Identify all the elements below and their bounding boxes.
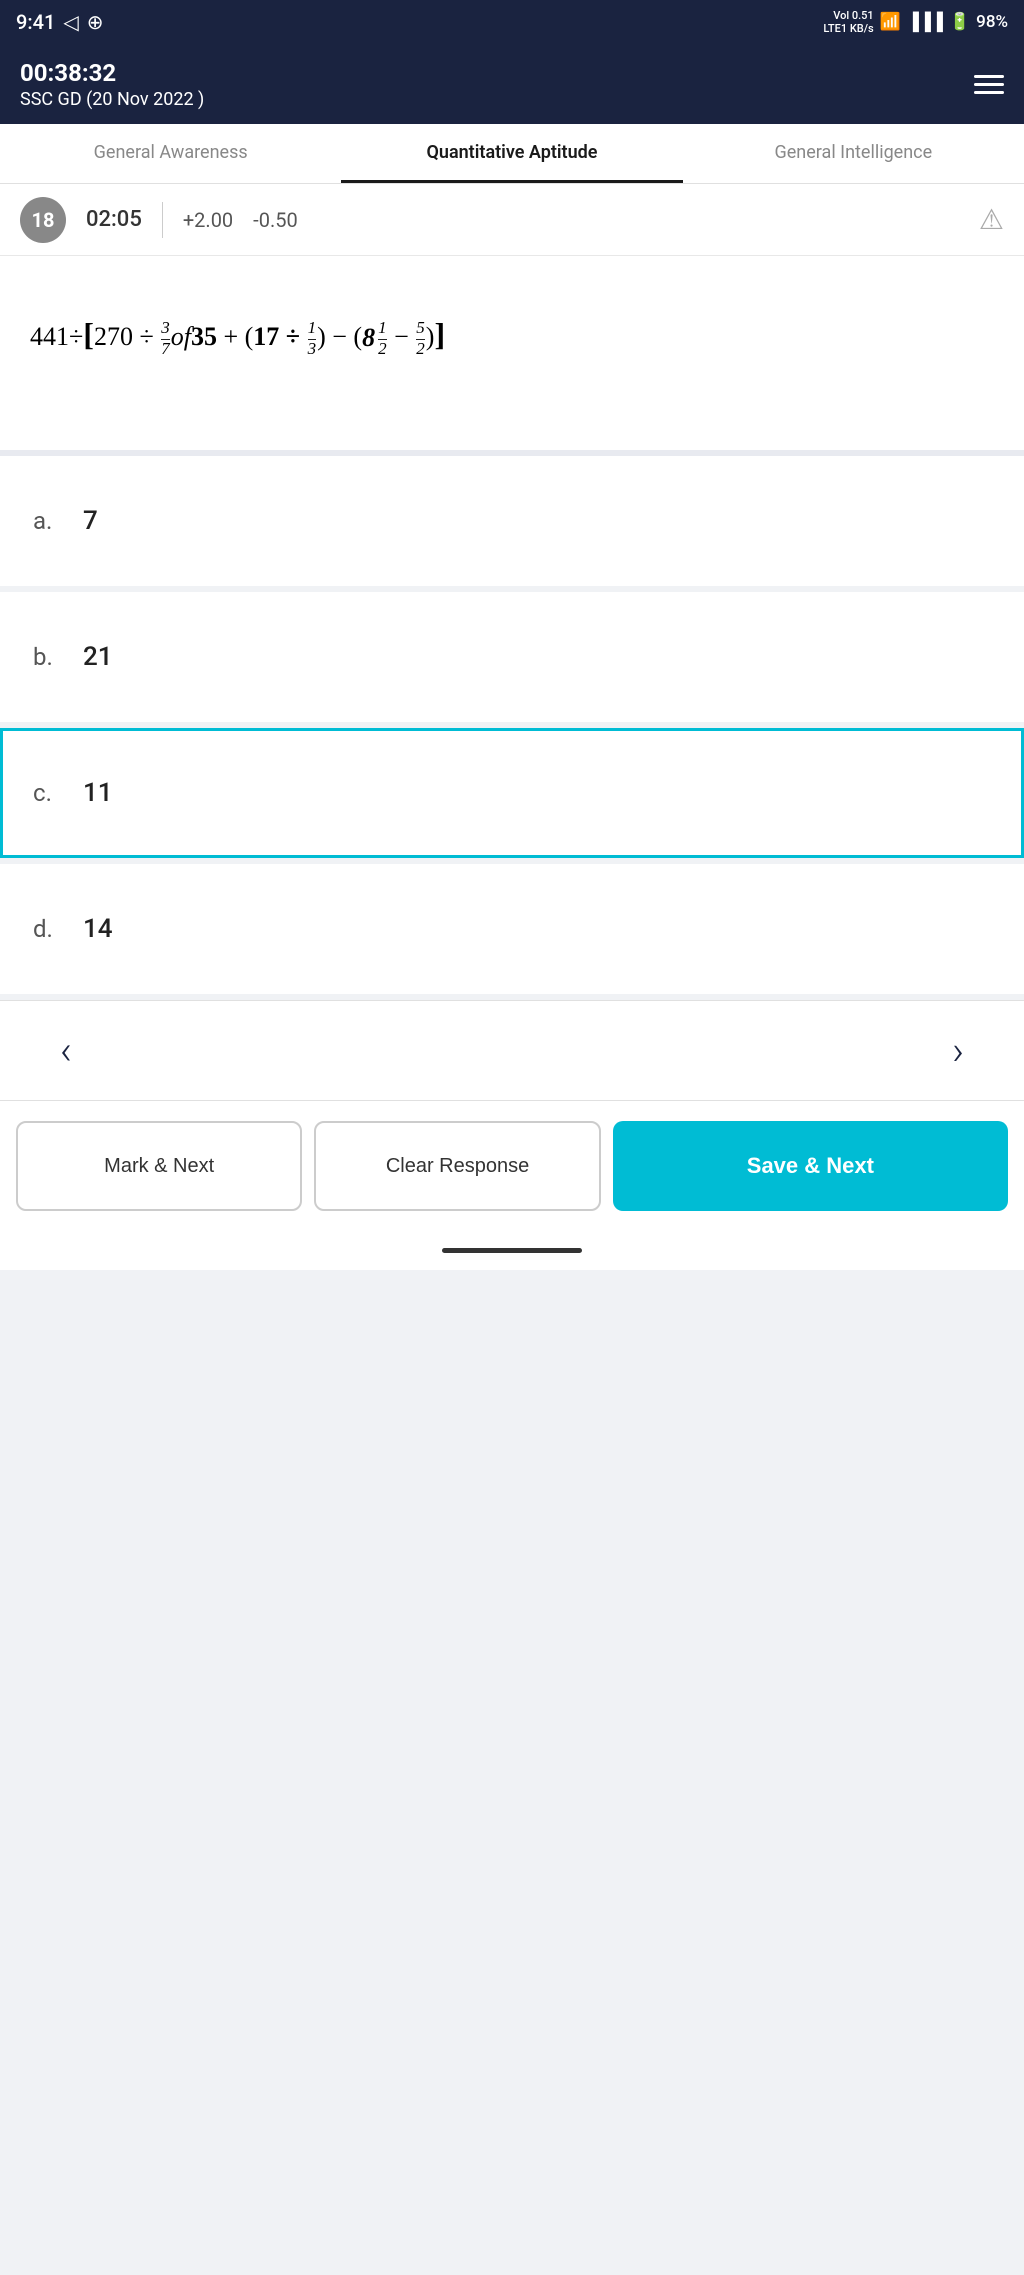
question-text: 441÷[270 ÷ 37of35 + (17 ÷ 13) − (812 − 5… xyxy=(30,306,994,364)
options-container: a. 7 b. 21 c. 11 d. 14 xyxy=(0,456,1024,994)
menu-button[interactable] xyxy=(974,75,1004,94)
option-a-label: a. xyxy=(33,507,83,535)
next-button[interactable]: › xyxy=(932,1017,984,1084)
option-b[interactable]: b. 21 xyxy=(0,592,1024,722)
home-bar xyxy=(442,1248,582,1253)
option-d-label: d. xyxy=(33,915,83,943)
question-body: 441÷[270 ÷ 37of35 + (17 ÷ 13) − (812 − 5… xyxy=(0,256,1024,456)
prev-button[interactable]: ‹ xyxy=(40,1017,92,1084)
mark-next-button[interactable]: Mark & Next xyxy=(16,1121,302,1211)
status-time: 9:41 xyxy=(16,10,55,34)
marks-negative: -0.50 xyxy=(253,208,298,232)
home-indicator xyxy=(0,1230,1024,1270)
option-b-value: 21 xyxy=(83,642,113,672)
question-number-badge: 18 xyxy=(20,197,66,243)
exam-title: SSC GD (20 Nov 2022 ) xyxy=(20,89,204,110)
tab-general-intelligence[interactable]: General Intelligence xyxy=(683,124,1024,183)
location-icon: ◁ xyxy=(63,10,78,34)
wifi-icon: 📶 xyxy=(880,12,901,32)
warning-icon: ⚠ xyxy=(979,203,1004,236)
question-timer: 02:05 xyxy=(86,207,142,232)
meta-divider xyxy=(162,202,163,238)
question-meta-bar: 18 02:05 +2.00 -0.50 ⚠ xyxy=(0,184,1024,256)
marks-positive: +2.00 xyxy=(183,208,233,232)
app-header: 00:38:32 SSC GD (20 Nov 2022 ) xyxy=(0,44,1024,124)
signal-info: Vol 0.51 LTE1 KB/s xyxy=(823,9,873,35)
navigation-bar: ‹ › xyxy=(0,1000,1024,1100)
option-c[interactable]: c. 11 xyxy=(0,728,1024,858)
timer-display: 00:38:32 xyxy=(20,59,204,87)
tab-bar: General Awareness Quantitative Aptitude … xyxy=(0,124,1024,184)
option-c-label: c. xyxy=(33,779,83,807)
battery-percent: 98% xyxy=(976,12,1008,32)
battery-icon: 🔋 xyxy=(949,12,970,32)
action-bar: Mark & Next Clear Response Save & Next xyxy=(0,1100,1024,1230)
option-b-label: b. xyxy=(33,643,83,671)
option-c-value: 11 xyxy=(83,778,113,808)
option-a-value: 7 xyxy=(83,506,98,536)
signal-bars-icon: ▐▐▐ xyxy=(907,12,943,32)
status-bar: 9:41 ◁ ⊕ Vol 0.51 LTE1 KB/s 📶 ▐▐▐ 🔋 98% xyxy=(0,0,1024,44)
option-d[interactable]: d. 14 xyxy=(0,864,1024,994)
save-next-button[interactable]: Save & Next xyxy=(613,1121,1008,1211)
option-d-value: 14 xyxy=(83,914,113,944)
option-a[interactable]: a. 7 xyxy=(0,456,1024,586)
tab-general-awareness[interactable]: General Awareness xyxy=(0,124,341,183)
clear-response-button[interactable]: Clear Response xyxy=(314,1121,600,1211)
tab-quantitative-aptitude[interactable]: Quantitative Aptitude xyxy=(341,124,682,183)
vpn-icon: ⊕ xyxy=(87,10,104,34)
